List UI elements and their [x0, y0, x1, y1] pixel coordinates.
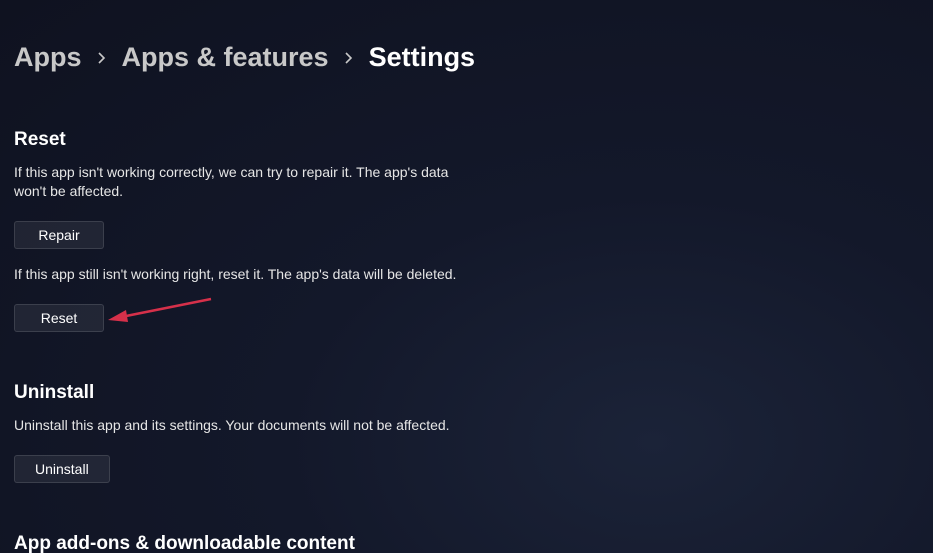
chevron-right-icon: [96, 52, 108, 64]
uninstall-button[interactable]: Uninstall: [14, 455, 110, 483]
uninstall-description: Uninstall this app and its settings. You…: [14, 416, 474, 435]
content-area: Reset If this app isn't working correctl…: [14, 129, 919, 553]
uninstall-section: Uninstall Uninstall this app and its set…: [14, 382, 474, 499]
arrow-annotation-icon: [106, 295, 216, 325]
chevron-right-icon: [343, 52, 355, 64]
breadcrumb-apps[interactable]: Apps: [14, 42, 82, 73]
settings-page: Apps Apps & features Settings Reset If t…: [0, 0, 933, 553]
repair-button[interactable]: Repair: [14, 221, 104, 249]
breadcrumb-apps-features[interactable]: Apps & features: [122, 42, 329, 73]
addons-title: App add-ons & downloadable content: [14, 533, 474, 553]
uninstall-title: Uninstall: [14, 382, 474, 404]
reset-section: Reset If this app isn't working correctl…: [14, 129, 474, 348]
repair-description: If this app isn't working correctly, we …: [14, 163, 474, 201]
breadcrumb: Apps Apps & features Settings: [14, 42, 919, 73]
reset-description: If this app still isn't working right, r…: [14, 265, 474, 284]
addons-section: App add-ons & downloadable content: [14, 533, 474, 553]
breadcrumb-settings: Settings: [369, 42, 476, 73]
reset-title: Reset: [14, 129, 474, 151]
reset-button[interactable]: Reset: [14, 304, 104, 332]
